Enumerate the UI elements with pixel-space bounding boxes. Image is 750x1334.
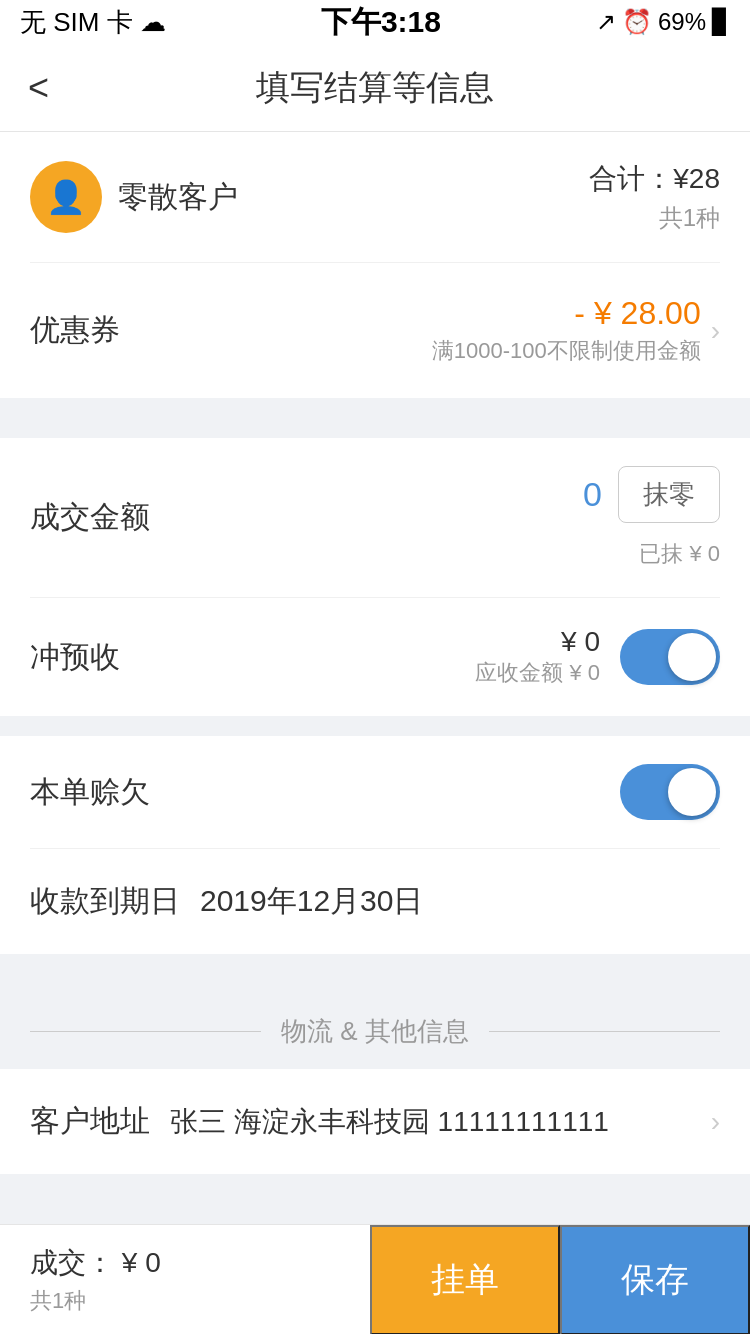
- avatar: 👤: [30, 161, 102, 233]
- transaction-amount-row: 成交金额 0 抹零 已抹 ¥ 0: [0, 438, 750, 597]
- battery-icon: ▊: [712, 8, 730, 36]
- section-gap-3: [0, 974, 750, 994]
- nav-bar: < 填写结算等信息: [0, 44, 750, 132]
- credit-label: 本单赊欠: [30, 772, 150, 813]
- alarm-icon: ⏰: [622, 8, 652, 36]
- chevron-right-icon: ›: [711, 315, 720, 347]
- coupon-amount: - ¥ 28.00: [432, 295, 701, 332]
- section-gap-2: [0, 716, 750, 736]
- customer-count: 共1种: [589, 202, 720, 234]
- due-date-row: 收款到期日 2019年12月30日: [0, 849, 750, 954]
- logistics-header: 物流 & 其他信息: [30, 1014, 720, 1049]
- logistics-title: 物流 & 其他信息: [281, 1014, 469, 1049]
- bottom-summary-amount: 成交： ¥ 0: [30, 1244, 340, 1282]
- due-date-label: 收款到期日: [30, 881, 180, 922]
- hold-button[interactable]: 挂单: [370, 1225, 560, 1335]
- customer-name: 零散客户: [118, 177, 238, 218]
- round-zero-button[interactable]: 抹零: [618, 466, 720, 523]
- address-section: 客户地址 张三 海淀永丰科技园 11111111111 ›: [0, 1069, 750, 1174]
- prepayment-sub: 应收金额 ¥ 0: [475, 658, 600, 688]
- customer-total: 合计：¥28: [589, 160, 720, 198]
- no-sim-text: 无 SIM 卡 ☁: [20, 5, 166, 40]
- status-right: ↗ ⏰ 69% ▊: [596, 8, 730, 36]
- page-title: 填写结算等信息: [256, 65, 494, 111]
- coupon-row[interactable]: 优惠券 - ¥ 28.00 满1000-100不限制使用金额 ›: [0, 263, 750, 398]
- logistics-line-left: [30, 1031, 261, 1032]
- status-bar: 无 SIM 卡 ☁ 下午3:18 ↗ ⏰ 69% ▊: [0, 0, 750, 44]
- logistics-section: 物流 & 其他信息: [0, 994, 750, 1069]
- customer-section: 👤 零散客户 合计：¥28 共1种 优惠券 - ¥ 28.00 满1000-10…: [0, 132, 750, 398]
- battery-text: 69%: [658, 8, 706, 36]
- avatar-icon: 👤: [46, 178, 86, 216]
- transaction-amount-value[interactable]: 0: [562, 475, 602, 514]
- address-label: 客户地址: [30, 1101, 150, 1142]
- transaction-label: 成交金额: [30, 497, 150, 538]
- coupon-label: 优惠券: [30, 310, 120, 351]
- bottom-summary-label: 成交：: [30, 1247, 114, 1278]
- address-value: 张三 海淀永丰科技园 11111111111: [170, 1103, 711, 1141]
- prepayment-label: 冲预收: [30, 637, 120, 678]
- transaction-section: 成交金额 0 抹零 已抹 ¥ 0 冲预收 ¥ 0 应收金额 ¥ 0: [0, 438, 750, 716]
- bottom-summary: 成交： ¥ 0 共1种: [0, 1244, 370, 1316]
- due-date-value: 2019年12月30日: [200, 881, 423, 922]
- back-button[interactable]: <: [28, 67, 49, 109]
- credit-toggle-knob: [668, 768, 716, 816]
- save-button[interactable]: 保存: [560, 1225, 750, 1335]
- address-chevron-icon: ›: [711, 1106, 720, 1138]
- customer-right: 合计：¥28 共1种: [589, 160, 720, 234]
- bottom-bar: 成交： ¥ 0 共1种 挂单 保存: [0, 1224, 750, 1334]
- logistics-line-right: [489, 1031, 720, 1032]
- status-time: 下午3:18: [321, 2, 441, 43]
- customer-left: 👤 零散客户: [30, 161, 238, 233]
- credit-toggle[interactable]: [620, 764, 720, 820]
- customer-row: 👤 零散客户 合计：¥28 共1种: [0, 132, 750, 262]
- transaction-sub-text: 已抹 ¥ 0: [639, 539, 720, 569]
- prepayment-amount: ¥ 0: [475, 626, 600, 658]
- bottom-summary-count: 共1种: [30, 1286, 340, 1316]
- bottom-summary-value: ¥ 0: [122, 1247, 161, 1278]
- location-icon: ↗: [596, 8, 616, 36]
- content: 👤 零散客户 合计：¥28 共1种 优惠券 - ¥ 28.00 满1000-10…: [0, 132, 750, 1314]
- address-row[interactable]: 客户地址 张三 海淀永丰科技园 11111111111 ›: [0, 1069, 750, 1174]
- credit-section: 本单赊欠 收款到期日 2019年12月30日: [0, 736, 750, 954]
- section-gap-1: [0, 418, 750, 438]
- coupon-description: 满1000-100不限制使用金额: [432, 336, 701, 366]
- prepayment-toggle[interactable]: [620, 629, 720, 685]
- credit-row: 本单赊欠: [0, 736, 750, 848]
- prepayment-row: 冲预收 ¥ 0 应收金额 ¥ 0: [0, 598, 750, 716]
- status-left: 无 SIM 卡 ☁: [20, 5, 166, 40]
- toggle-knob: [668, 633, 716, 681]
